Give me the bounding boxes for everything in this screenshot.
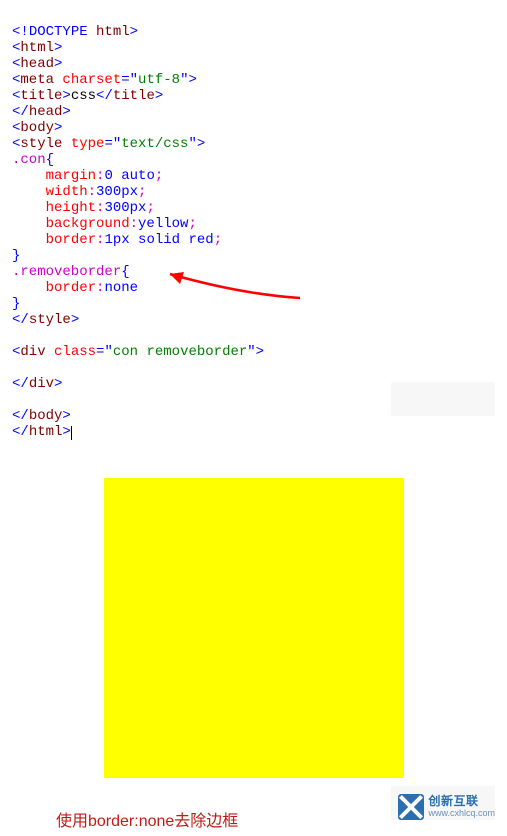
code-line: </style> [12,312,79,328]
code-line: </div> [12,376,62,392]
code-line: <head> [12,56,62,72]
code-line: } [12,296,20,312]
code-line: border:none [12,280,138,296]
code-line: </html> [12,424,72,440]
demo-yellow-box [104,478,404,778]
code-line: width:300px; [12,184,146,200]
code-line: </head> [12,104,71,120]
code-line: <!DOCTYPE html> [12,24,138,40]
code-line: <meta charset="utf-8"> [12,72,197,88]
brand-logo: 创新互联 www.cxhlcq.com [398,794,495,820]
code-line: } [12,248,20,264]
code-line: margin:0 auto; [12,168,163,184]
code-line: <html> [12,40,62,56]
code-line: <div class="con removeborder"> [12,344,264,360]
brand-text: 创新互联 www.cxhlcq.com [428,795,495,819]
code-line: <body> [12,120,62,136]
page-root: <!DOCTYPE html> <html> <head> <meta char… [0,0,507,830]
code-line: .con{ [12,152,54,168]
brand-mark-icon [398,794,424,820]
text-cursor-icon [71,426,72,440]
watermark-placeholder [391,382,495,416]
code-line: border:1px solid red; [12,232,222,248]
code-line: background:yellow; [12,216,197,232]
code-line: <title>css</title> [12,88,163,104]
code-block: <!DOCTYPE html> <html> <head> <meta char… [0,8,507,440]
code-line: <style type="text/css"> [12,136,205,152]
code-line: </body> [12,408,71,424]
rendered-output [0,478,507,778]
code-line: .removeborder{ [12,264,130,280]
code-line: height:300px; [12,200,155,216]
